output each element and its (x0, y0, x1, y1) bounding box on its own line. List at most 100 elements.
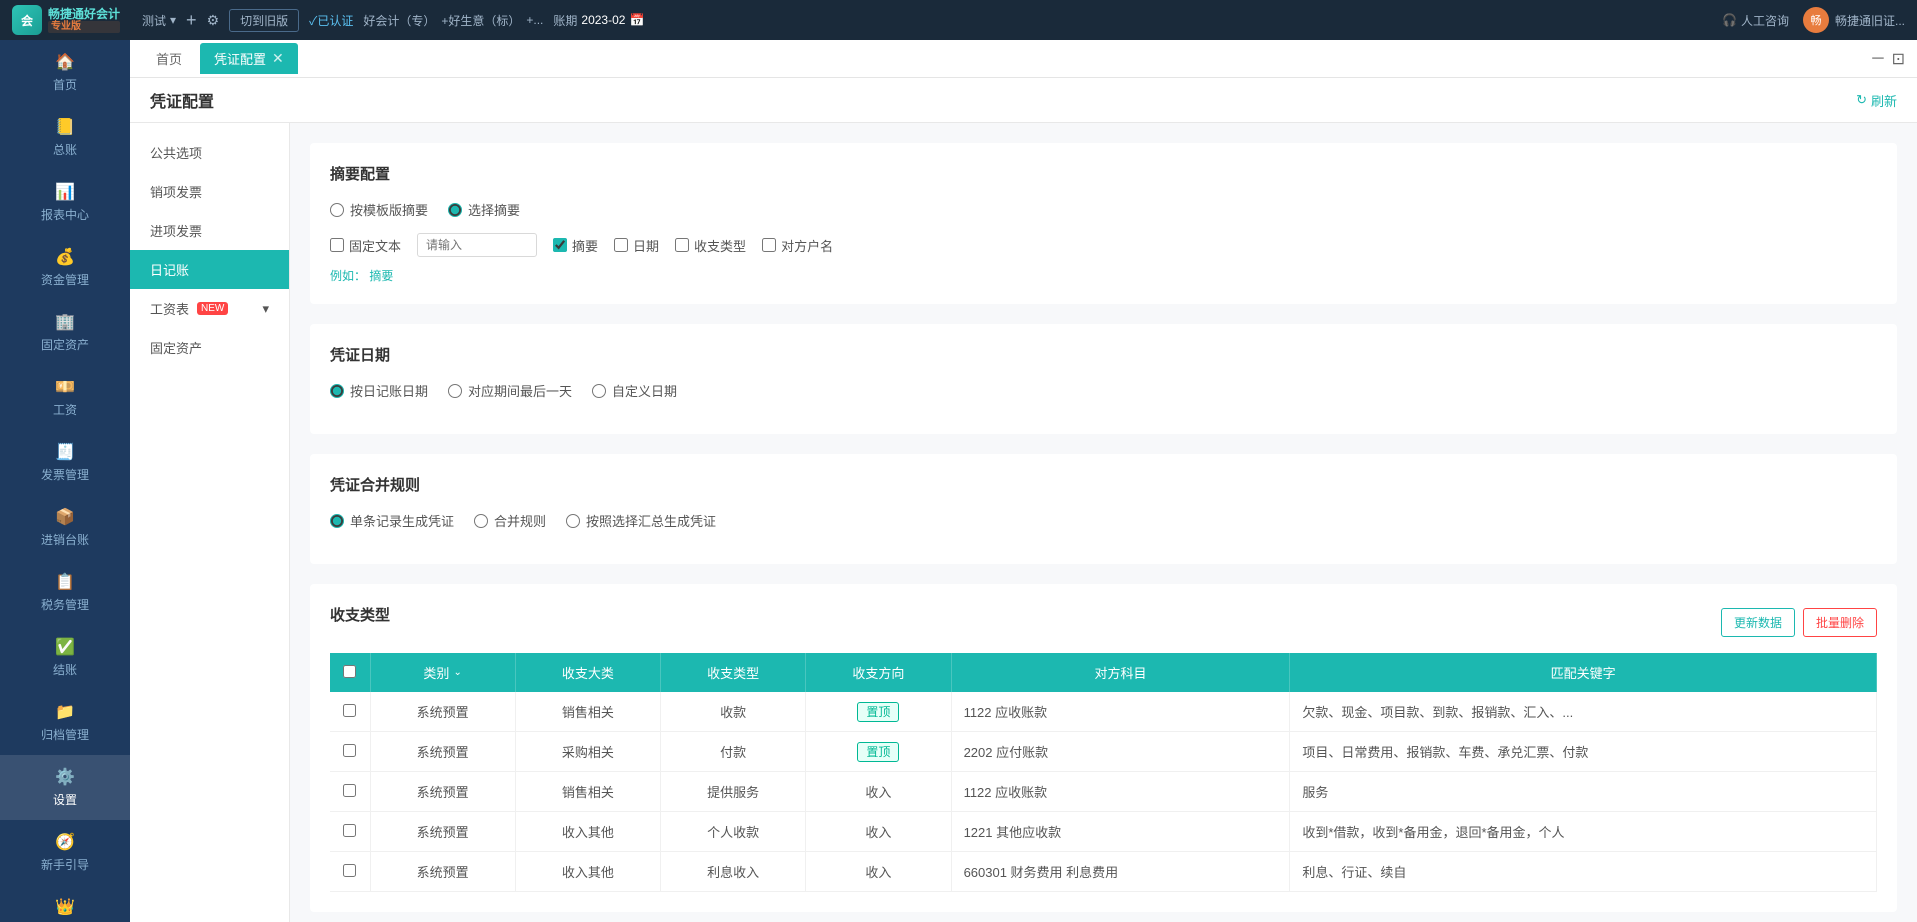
checkbox-row: 固定文本 摘要 日期 收支类型 (330, 233, 1877, 257)
left-nav-sales-invoice-label: 销项发票 (150, 185, 202, 200)
checkbox-fixed-text[interactable]: 固定文本 (330, 236, 401, 255)
service-button[interactable]: 🎧 人工咨询 (1722, 12, 1789, 29)
checkbox-summary[interactable]: 摘要 (553, 236, 598, 255)
radio-summary-gen[interactable]: 按照选择汇总生成凭证 (566, 511, 716, 530)
sidebar-item-invoice-mgr[interactable]: 🧾 发票管理 (0, 430, 130, 495)
tab-home[interactable]: 首页 (142, 43, 196, 74)
select-all-checkbox[interactable] (343, 665, 356, 678)
update-data-button[interactable]: 更新数据 (1721, 608, 1795, 637)
radio-custom-date-label: 自定义日期 (612, 381, 677, 400)
main-content: 公共选项 销项发票 进项发票 日记账 工资表 NEW ▾ (130, 123, 1917, 922)
td-checkbox-3 (330, 772, 370, 812)
radio-custom-date-input[interactable] (592, 384, 606, 398)
fixed-text-input[interactable] (417, 233, 537, 257)
left-nav-fixed-assets[interactable]: 固定资产 (130, 328, 289, 367)
calendar-icon[interactable]: 📅 (629, 13, 644, 27)
summary-checkbox-label: 摘要 (572, 236, 598, 255)
sidebar-item-guide[interactable]: 🧭 新手引导 (0, 820, 130, 885)
period-label: 账期 (553, 12, 577, 29)
radio-merge[interactable]: 合并规则 (474, 511, 546, 530)
refresh-icon: ↻ (1856, 92, 1867, 108)
radio-diary-date[interactable]: 按日记账日期 (330, 381, 428, 400)
tag-good-business: +好生意（标） (441, 12, 520, 29)
sidebar-item-assets[interactable]: 🏢 固定资产 (0, 300, 130, 365)
company-selector[interactable]: 测试 ▾ (142, 12, 176, 29)
th-direction-label: 收支方向 (852, 666, 904, 681)
counterpart-checkbox[interactable] (762, 238, 776, 252)
avatar: 畅 (1803, 7, 1829, 33)
left-nav-public-label: 公共选项 (150, 146, 202, 161)
radio-select-input[interactable] (448, 203, 462, 217)
user-menu[interactable]: 畅 畅捷通旧证... (1803, 7, 1905, 33)
radio-single[interactable]: 单条记录生成凭证 (330, 511, 454, 530)
page-header: 凭证配置 ↻ 刷新 (130, 78, 1917, 123)
sidebar-label-purchase: 进销台账 (41, 531, 89, 548)
row-checkbox-3[interactable] (343, 784, 356, 797)
radio-template-input[interactable] (330, 203, 344, 217)
counterpart-label: 对方户名 (781, 236, 833, 255)
radio-summary-gen-input[interactable] (566, 514, 580, 528)
th-direction: 收支方向 (806, 653, 951, 692)
sidebar-item-capital[interactable]: 💰 资金管理 (0, 235, 130, 300)
checkbox-income-type[interactable]: 收支类型 (675, 236, 746, 255)
income-type-label: 收支类型 (694, 236, 746, 255)
radio-period-last-input[interactable] (448, 384, 462, 398)
sidebar-item-home[interactable]: 🏠 首页 (0, 40, 130, 105)
radio-template[interactable]: 按模板版摘要 (330, 200, 428, 219)
sidebar-item-settings[interactable]: ⚙️ 设置 (0, 755, 130, 820)
sidebar-item-reports[interactable]: 📊 报表中心 (0, 170, 130, 235)
checkbox-date[interactable]: 日期 (614, 236, 659, 255)
th-keywords: 匹配关键字 (1290, 653, 1877, 692)
th-checkbox (330, 653, 370, 692)
sidebar-item-purchase[interactable]: 📦 进销台账 (0, 495, 130, 560)
left-nav-fixed-assets-label: 固定资产 (150, 341, 202, 356)
sidebar-item-settlement[interactable]: ✅ 结账 (0, 625, 130, 690)
tab-close-icon[interactable]: ✕ (272, 50, 284, 67)
row-checkbox-2[interactable] (343, 744, 356, 757)
row-checkbox-1[interactable] (343, 704, 356, 717)
settlement-icon: ✅ (55, 637, 75, 657)
left-nav-diary[interactable]: 日记账 (130, 250, 289, 289)
chevron-down-icon: ▾ (170, 13, 176, 27)
settings-icon[interactable]: ⚙ (207, 12, 220, 29)
merge-rules-radio-group: 单条记录生成凭证 合并规则 按照选择汇总生成凭证 (330, 511, 1877, 530)
radio-merge-input[interactable] (474, 514, 488, 528)
radio-diary-date-input[interactable] (330, 384, 344, 398)
refresh-button[interactable]: ↻ 刷新 (1856, 91, 1897, 110)
sidebar-item-ledger[interactable]: 📒 总账 (0, 105, 130, 170)
left-nav-sales-invoice[interactable]: 销项发票 (130, 172, 289, 211)
fixed-text-checkbox[interactable] (330, 238, 344, 252)
app-logo: 会 畅捷通好会计 专业版 (12, 5, 132, 35)
minimize-button[interactable]: ─ (1872, 50, 1883, 68)
add-button[interactable]: + (186, 10, 197, 31)
left-nav-public[interactable]: 公共选项 (130, 133, 289, 172)
left-nav-purchase-invoice[interactable]: 进项发票 (130, 211, 289, 250)
sidebar-item-salary[interactable]: 💴 工资 (0, 365, 130, 430)
settings-sidebar-icon: ⚙️ (55, 767, 75, 787)
sidebar-label-guide: 新手引导 (41, 856, 89, 873)
sidebar-item-tax[interactable]: 📋 税务管理 (0, 560, 130, 625)
radio-select[interactable]: 选择摘要 (448, 200, 520, 219)
row-checkbox-4[interactable] (343, 824, 356, 837)
date-checkbox[interactable] (614, 238, 628, 252)
example-value: 摘要 (369, 269, 393, 283)
radio-period-last[interactable]: 对应期间最后一天 (448, 381, 572, 400)
maximize-button[interactable]: ⊡ (1892, 49, 1905, 69)
left-nav-salary-table[interactable]: 工资表 NEW ▾ (130, 289, 289, 328)
sidebar-item-member[interactable]: 👑 畅会员 (0, 885, 130, 922)
td-direction-1: 置顶 (806, 692, 951, 732)
old-version-button[interactable]: 切到旧版 (229, 9, 299, 32)
left-nav-salary-table-label: 工资表 (150, 299, 189, 318)
summary-checkbox[interactable] (553, 238, 567, 252)
checkbox-counterpart[interactable]: 对方户名 (762, 236, 833, 255)
radio-custom-date[interactable]: 自定义日期 (592, 381, 677, 400)
tab-voucher-config[interactable]: 凭证配置 ✕ (200, 43, 298, 74)
sidebar-item-archive[interactable]: 📁 归档管理 (0, 690, 130, 755)
summary-config-section: 摘要配置 按模板版摘要 选择摘要 (310, 143, 1897, 304)
row-checkbox-5[interactable] (343, 864, 356, 877)
income-type-checkbox[interactable] (675, 238, 689, 252)
top-bar: 会 畅捷通好会计 专业版 测试 ▾ + ⚙ 切到旧版 ✓已认证 好会计（专） +… (0, 0, 1917, 40)
batch-delete-button[interactable]: 批量删除 (1803, 608, 1877, 637)
period-display: 账期 2023-02 📅 (553, 12, 644, 29)
radio-single-input[interactable] (330, 514, 344, 528)
